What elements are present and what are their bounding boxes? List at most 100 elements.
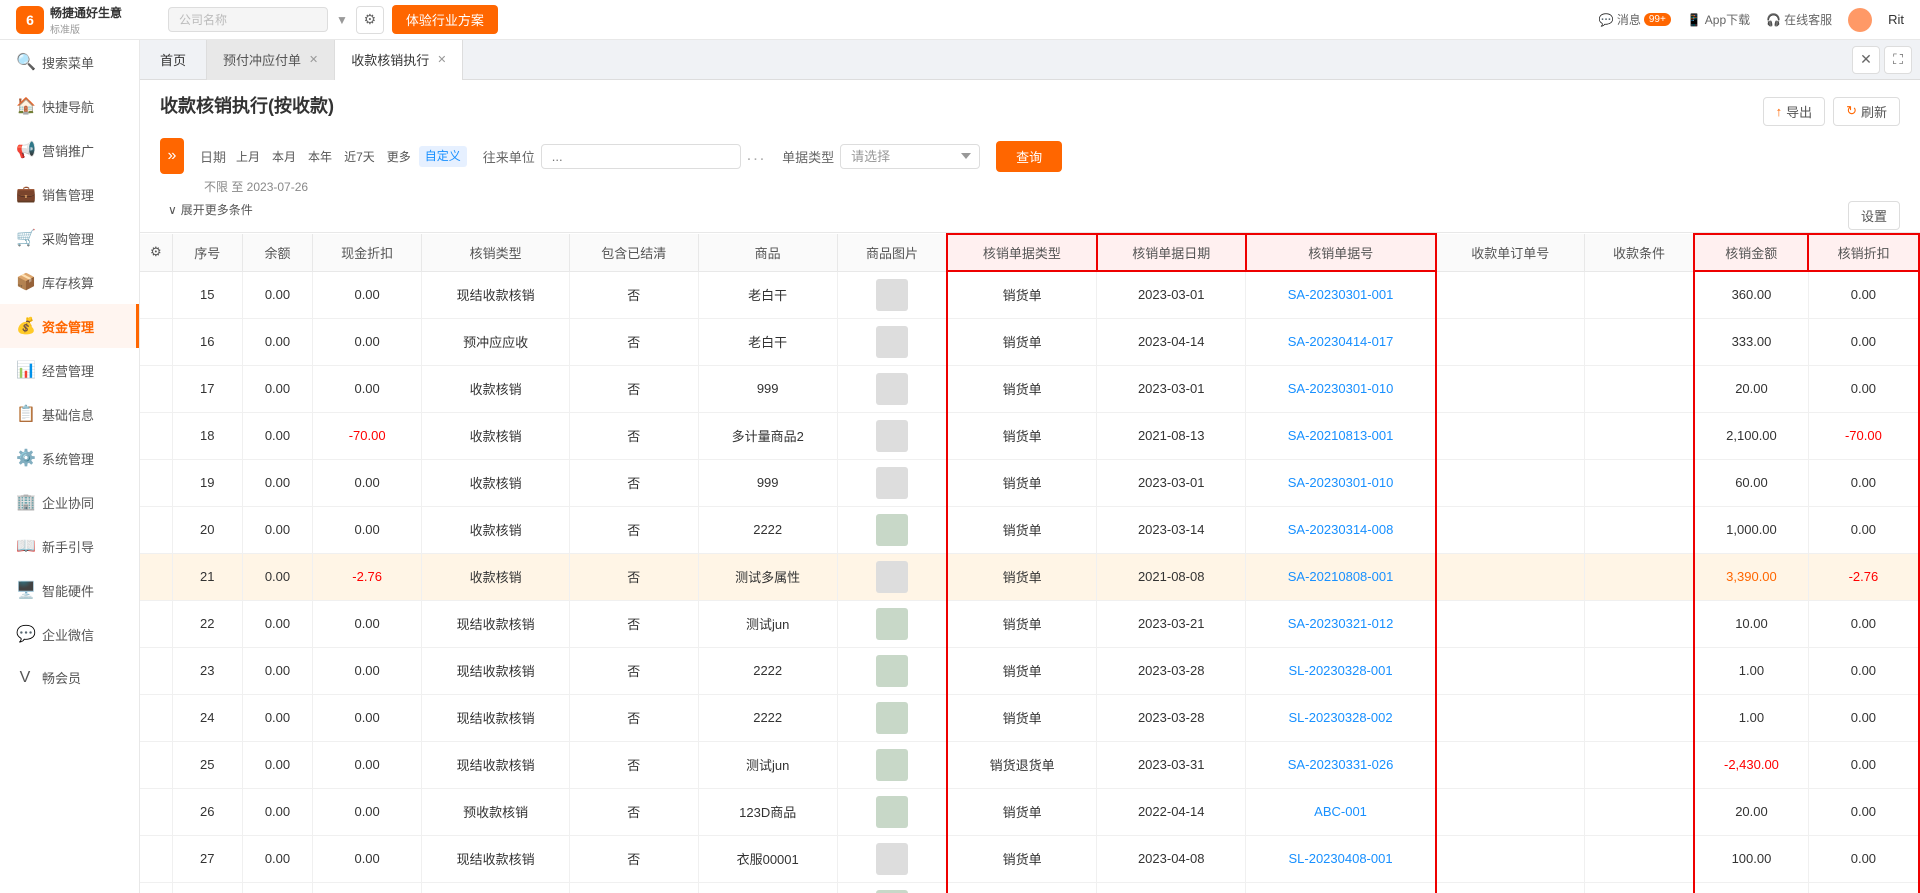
col-cancel-doc-date: 2021-08-13	[1097, 412, 1246, 459]
tab-home[interactable]: 首页	[140, 40, 207, 80]
sidebar-label: 库存核算	[42, 273, 94, 292]
sidebar-item-sales[interactable]: 💼 销售管理	[0, 172, 139, 216]
avatar[interactable]	[1848, 8, 1872, 32]
refresh-button[interactable]: ↻ 刷新	[1833, 97, 1900, 126]
table-row: 16 0.00 0.00 预冲应应收 否 老白干 销货单 2023-04-14 …	[140, 318, 1919, 365]
date-7days[interactable]: 近7天	[340, 146, 379, 167]
tab-close-btn[interactable]: ✕	[1852, 46, 1880, 74]
col-no: 25	[172, 741, 242, 788]
expand-icon: ∨	[168, 203, 177, 217]
col-cancel-doc-no[interactable]: SA-20230414-017	[1246, 318, 1436, 365]
col-cash-discount: 0.00	[313, 741, 422, 788]
col-no: 17	[172, 365, 242, 412]
col-cancel-doc-no[interactable]: SA-20230314-008	[1246, 506, 1436, 553]
purchase-icon: 🛒	[16, 228, 34, 248]
col-receipt-condition	[1584, 318, 1694, 365]
col-cancel-amount: 60.00	[1694, 459, 1808, 506]
date-more[interactable]: 更多	[383, 146, 415, 167]
col-cancel-amount: -2,430.00	[1694, 741, 1808, 788]
sidebar-item-corp[interactable]: 🏢 企业协同	[0, 480, 139, 524]
sidebar-item-guide[interactable]: 📖 新手引导	[0, 524, 139, 568]
sidebar-item-basicinfo[interactable]: 📋 基础信息	[0, 392, 139, 436]
date-custom[interactable]: 自定义	[419, 146, 467, 167]
query-button[interactable]: 查询	[996, 141, 1062, 172]
col-cancel-doc-no[interactable]: SL-20230328-002	[1246, 694, 1436, 741]
col-cash-discount: 0.00	[313, 459, 422, 506]
sidebar-item-hardware[interactable]: 🖥️ 智能硬件	[0, 568, 139, 612]
col-receipt-condition	[1584, 271, 1694, 318]
settings-icon[interactable]: ⚙	[356, 6, 384, 34]
sidebar-item-purchase[interactable]: 🛒 采购管理	[0, 216, 139, 260]
date-this-month[interactable]: 本月	[268, 146, 300, 167]
col-cancel-doc-no[interactable]: SA-20230301-010	[1246, 365, 1436, 412]
logo-icon: 6	[16, 6, 44, 34]
tab-expand-btn[interactable]: ⛶	[1884, 46, 1912, 74]
online-service-button[interactable]: 🎧 在线客服	[1766, 11, 1832, 28]
col-cash-discount: 0.00	[313, 835, 422, 882]
col-cancel-doc-no[interactable]: ABC-001	[1246, 788, 1436, 835]
sidebar-item-quicknav[interactable]: 🏠 快捷导航	[0, 84, 139, 128]
col-cancel-amount: 333.00	[1694, 318, 1808, 365]
sidebar-item-marketing[interactable]: 📢 营销推广	[0, 128, 139, 172]
col-cancel-doc-no[interactable]: SL-20230408-001	[1246, 835, 1436, 882]
col-cancel-doc-no[interactable]: SA-20230331-026	[1246, 741, 1436, 788]
sidebar-item-wechat[interactable]: 💬 企业微信	[0, 612, 139, 656]
col-cancel-doc-no[interactable]: SL-20230328-001	[1246, 647, 1436, 694]
col-header-no: 序号	[172, 234, 242, 271]
sidebar-label: 销售管理	[42, 185, 94, 204]
sidebar-label: 搜索菜单	[42, 53, 94, 72]
date-last-month[interactable]: 上月	[232, 146, 264, 167]
col-receipt-condition	[1584, 694, 1694, 741]
col-header-gear[interactable]: ⚙	[140, 234, 172, 271]
message-button[interactable]: 💬 消息 99+	[1599, 11, 1671, 28]
trial-button[interactable]: 体验行业方案	[392, 5, 498, 34]
sidebar-item-inventory[interactable]: 📦 库存核算	[0, 260, 139, 304]
product-image	[876, 373, 908, 405]
col-receipt-condition	[1584, 365, 1694, 412]
col-cancel-type: 预收款核销	[422, 788, 570, 835]
col-header-included-settled: 包含已结清	[570, 234, 698, 271]
col-cancel-doc-no[interactable]: SL-20230418-001	[1246, 882, 1436, 893]
tab-collect-close[interactable]: ✕	[437, 53, 446, 66]
tab-prepay-close[interactable]: ✕	[309, 53, 318, 66]
tab-collect[interactable]: 收款核销执行 ✕	[335, 40, 463, 80]
party-dots[interactable]: ...	[747, 147, 766, 165]
expand-button[interactable]: ∨ 展开更多条件	[160, 199, 261, 220]
col-product-image	[837, 271, 947, 318]
sidebar-item-search[interactable]: 🔍 搜索菜单	[0, 40, 139, 84]
doctype-select[interactable]: 请选择	[840, 144, 980, 169]
col-cancel-doc-no[interactable]: SA-20210813-001	[1246, 412, 1436, 459]
col-cancel-doc-no[interactable]: SA-20230301-001	[1246, 271, 1436, 318]
tab-prepay[interactable]: 预付冲应付单 ✕	[207, 40, 335, 80]
col-cancel-doc-no[interactable]: SA-20210808-001	[1246, 553, 1436, 600]
sidebar-item-funds[interactable]: 💰 资金管理	[0, 304, 139, 348]
col-cancel-doc-no[interactable]: SA-20230301-010	[1246, 459, 1436, 506]
settings-button[interactable]: 设置	[1848, 201, 1900, 230]
sidebar-item-system[interactable]: ⚙️ 系统管理	[0, 436, 139, 480]
company-selector[interactable]: 公司名称	[168, 7, 328, 32]
col-cancel-doc-no[interactable]: SA-20230321-012	[1246, 600, 1436, 647]
product-image	[876, 561, 908, 593]
col-cancel-doc-date: 2023-04-14	[1097, 318, 1246, 365]
date-this-year[interactable]: 本年	[304, 146, 336, 167]
export-button[interactable]: ↑ 导出	[1763, 97, 1826, 126]
col-header-cancel-doc-date: 核销单据日期	[1097, 234, 1246, 271]
sidebar-label: 营销推广	[42, 141, 94, 160]
party-input[interactable]	[541, 144, 741, 169]
col-cancel-discount: 0.00	[1808, 271, 1919, 318]
col-header-product: 商品	[698, 234, 837, 271]
product-image	[876, 514, 908, 546]
sidebar-item-member[interactable]: V 畅会员	[0, 656, 139, 699]
col-product: 测试jun	[698, 741, 837, 788]
col-cancel-discount: 0.00	[1808, 459, 1919, 506]
col-balance: 0.00	[242, 459, 312, 506]
col-cancel-amount: 100.00	[1694, 882, 1808, 893]
col-cancel-type: 收款核销	[422, 506, 570, 553]
col-receipt-condition	[1584, 882, 1694, 893]
app-download-button[interactable]: 📱 App下载	[1687, 11, 1750, 28]
filter-collapse-button[interactable]: »	[160, 138, 184, 174]
col-cash-discount: 0.00	[313, 600, 422, 647]
col-product-image	[837, 835, 947, 882]
sidebar: 🔍 搜索菜单 🏠 快捷导航 📢 营销推广 💼 销售管理 🛒 采购管理 📦 库存核…	[0, 40, 140, 893]
sidebar-item-operations[interactable]: 📊 经营管理	[0, 348, 139, 392]
